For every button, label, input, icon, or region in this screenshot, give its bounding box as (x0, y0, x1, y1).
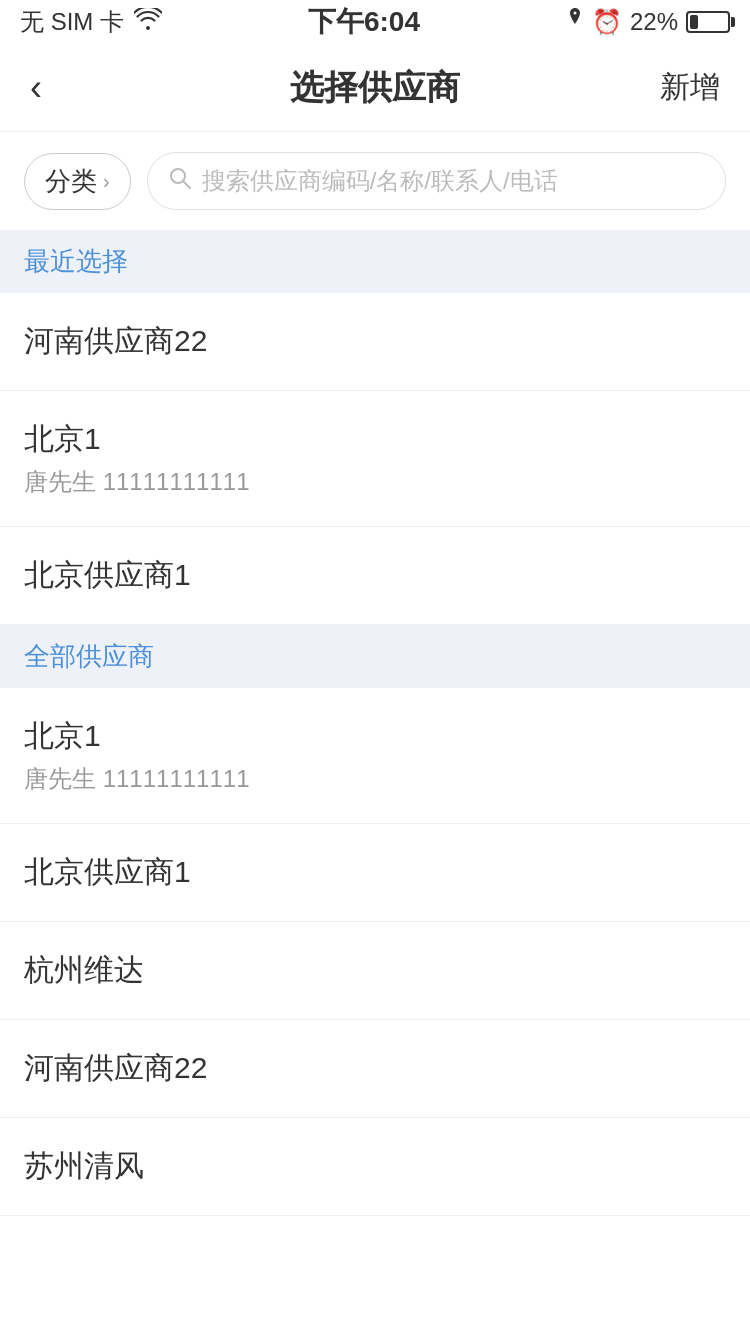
category-label: 分类 (45, 164, 97, 199)
supplier-name: 北京供应商1 (24, 852, 726, 893)
supplier-name: 北京1 (24, 716, 726, 757)
list-item[interactable]: 苏州清风 (0, 1118, 750, 1216)
supplier-name: 北京供应商1 (24, 555, 726, 596)
battery-icon (686, 11, 730, 33)
page-title: 选择供应商 (290, 65, 460, 111)
wifi-icon (134, 8, 162, 36)
category-button[interactable]: 分类 › (24, 153, 131, 210)
nav-bar: ‹ 选择供应商 新增 (0, 44, 750, 132)
alarm-icon: ⏰ (592, 8, 622, 36)
add-button[interactable]: 新增 (640, 67, 720, 108)
recent-list: 河南供应商22 北京1 唐先生 11111111111 北京供应商1 (0, 293, 750, 625)
chevron-right-icon: › (103, 170, 110, 193)
all-section-title: 全部供应商 (24, 641, 154, 671)
status-right: ⏰ 22% (566, 8, 730, 36)
battery-percent: 22% (630, 8, 678, 36)
supplier-contact: 唐先生 11111111111 (24, 466, 726, 498)
location-icon (566, 8, 584, 36)
list-item[interactable]: 河南供应商22 (0, 1020, 750, 1118)
back-button[interactable]: ‹ (30, 67, 110, 109)
supplier-name: 苏州清风 (24, 1146, 726, 1187)
supplier-name: 河南供应商22 (24, 1048, 726, 1089)
sim-status: 无 SIM 卡 (20, 6, 124, 38)
list-item[interactable]: 北京1 唐先生 11111111111 (0, 391, 750, 527)
search-box[interactable]: 搜索供应商编码/名称/联系人/电话 (147, 152, 726, 210)
all-suppliers-list: 北京1 唐先生 11111111111 北京供应商1 杭州维达 河南供应商22 … (0, 688, 750, 1216)
status-left: 无 SIM 卡 (20, 6, 162, 38)
all-section-header: 全部供应商 (0, 625, 750, 688)
supplier-name: 河南供应商22 (24, 321, 726, 362)
supplier-name: 杭州维达 (24, 950, 726, 991)
list-item[interactable]: 北京供应商1 (0, 824, 750, 922)
filter-bar: 分类 › 搜索供应商编码/名称/联系人/电话 (0, 132, 750, 230)
list-item[interactable]: 北京1 唐先生 11111111111 (0, 688, 750, 824)
search-icon (168, 166, 192, 196)
supplier-contact: 唐先生 11111111111 (24, 763, 726, 795)
list-item[interactable]: 河南供应商22 (0, 293, 750, 391)
recent-section-title: 最近选择 (24, 246, 128, 276)
status-time: 下午6:04 (308, 3, 420, 41)
status-bar: 无 SIM 卡 下午6:04 ⏰ 22% (0, 0, 750, 44)
supplier-name: 北京1 (24, 419, 726, 460)
svg-line-1 (183, 182, 190, 189)
search-placeholder: 搜索供应商编码/名称/联系人/电话 (202, 165, 558, 197)
list-item[interactable]: 杭州维达 (0, 922, 750, 1020)
list-item[interactable]: 北京供应商1 (0, 527, 750, 625)
recent-section-header: 最近选择 (0, 230, 750, 293)
